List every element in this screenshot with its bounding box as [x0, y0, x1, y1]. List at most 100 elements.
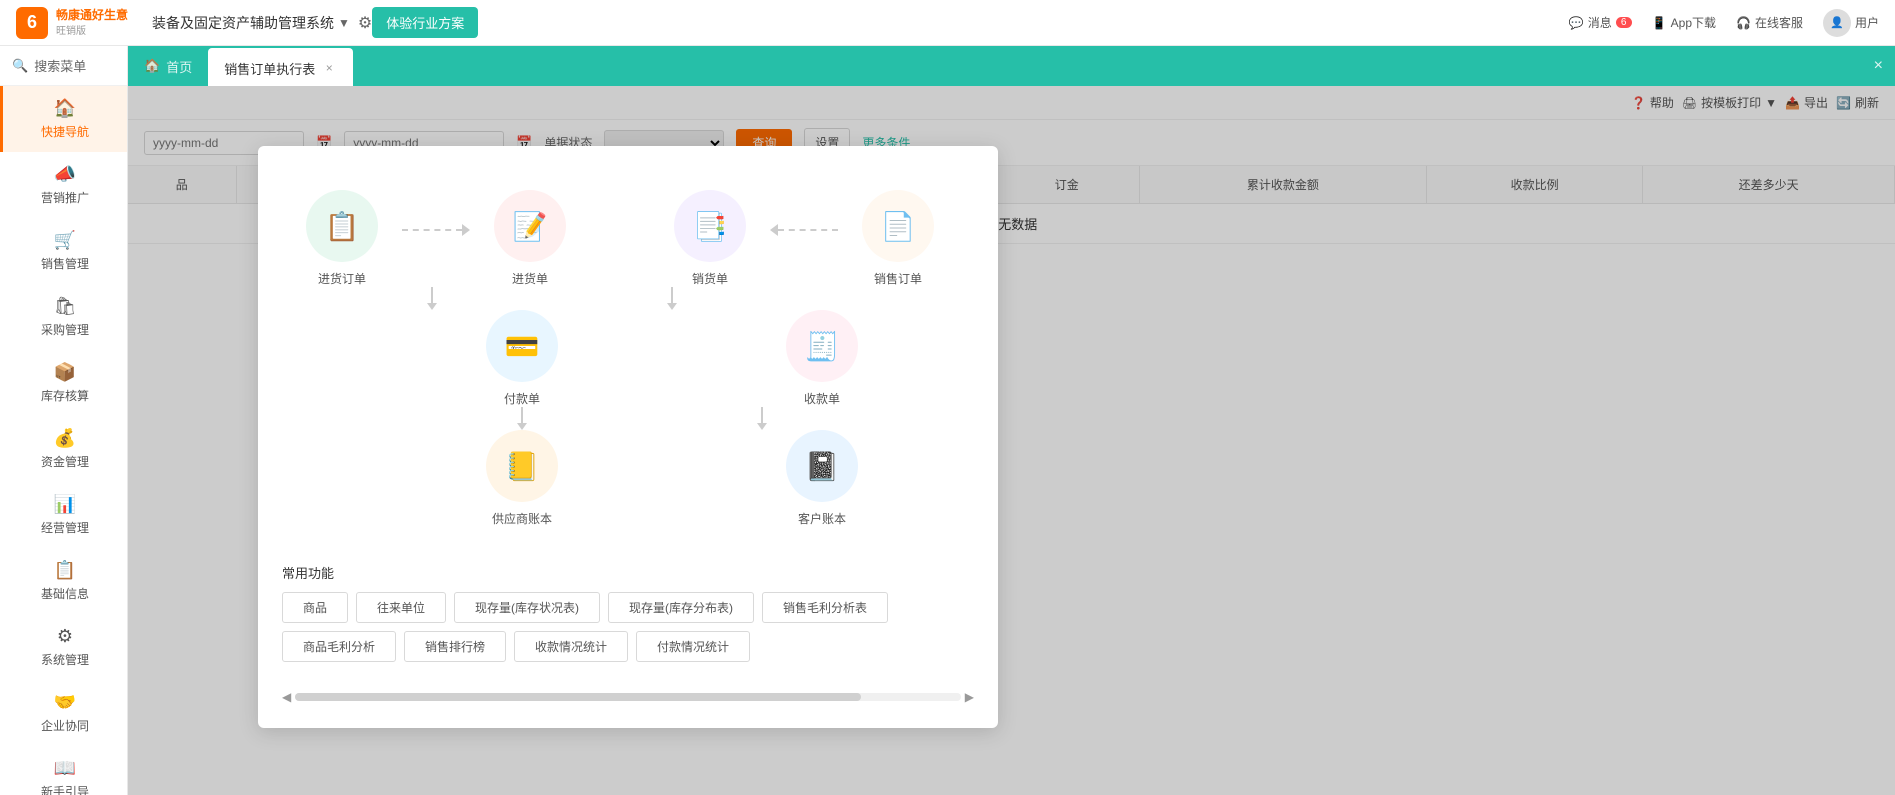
func-btn[interactable]: 销售排行榜: [404, 631, 506, 662]
scroll-thumb[interactable]: [295, 693, 861, 701]
sidebar-icon-marketing: 📣: [54, 164, 76, 185]
sidebar-item-operation[interactable]: 📊经营管理: [0, 482, 127, 548]
content-area: 🏠 首页 销售订单执行表 × × ❓ 帮: [128, 46, 1895, 795]
logo-icon: 6: [16, 7, 48, 39]
arrow-line-1: [402, 229, 462, 231]
message-icon: 💬: [1569, 16, 1584, 30]
message-btn[interactable]: 💬 消息 6: [1569, 14, 1632, 31]
flow-item-receipt[interactable]: 🧾 收款单: [762, 310, 882, 407]
sidebar-item-purchase[interactable]: 🛍 采购管理: [0, 284, 127, 350]
sidebar: 🔍 搜索菜单 🏠快捷导航 📣 营销推广 🛒销售管理 🛍 采购管理 📦库存核算 💰 资金管理 📊经营…: [0, 46, 128, 795]
sidebar-item-finance[interactable]: 💰 资金管理: [0, 416, 127, 482]
user-btn[interactable]: 👤 用户: [1823, 9, 1879, 37]
sidebar-icon-inventory: 📦: [54, 362, 76, 383]
tab-close-icon[interactable]: ×: [321, 60, 337, 76]
user-label: 用户: [1855, 14, 1879, 31]
func-btn[interactable]: 现存量(库存分布表): [608, 592, 754, 623]
func-btn[interactable]: 商品: [282, 592, 348, 623]
settings-icon[interactable]: ⚙: [358, 13, 372, 33]
func-section: 常用功能 商品往来单位现存量(库存状况表)现存量(库存分布表)销售毛利分析表商品…: [282, 547, 974, 678]
func-btn[interactable]: 现存量(库存状况表): [454, 592, 600, 623]
scroll-track: [295, 693, 961, 701]
logo-area: 6 畅康通好生意 旺销版: [16, 7, 136, 39]
func-btn[interactable]: 销售毛利分析表: [762, 592, 888, 623]
func-title: 常用功能: [282, 563, 974, 582]
service-icon: 🎧: [1736, 16, 1751, 30]
sidebar-search[interactable]: 🔍 搜索菜单: [0, 46, 127, 86]
tab-bar: 🏠 首页 销售订单执行表 × ×: [128, 46, 1895, 86]
sidebar-label-purchase: 采购管理: [41, 321, 89, 338]
flow-item-sales-order[interactable]: 📄 销售订单: [838, 190, 958, 287]
flow-item-purchase-bill[interactable]: 📝 进货单: [470, 190, 590, 287]
top-bar: 6 畅康通好生意 旺销版 装备及固定资产辅助管理系统 ▼ ⚙ 体验行业方案 💬 …: [0, 0, 1895, 46]
func-btn[interactable]: 往来单位: [356, 592, 446, 623]
payment-label: 付款单: [504, 390, 540, 407]
logo-text: 畅康通好生意 旺销版: [56, 8, 128, 37]
func-btn[interactable]: 收款情况统计: [514, 631, 628, 662]
sidebar-item-marketing[interactable]: 📣 营销推广: [0, 152, 127, 218]
scroll-right-arrow[interactable]: ▶: [965, 690, 974, 704]
sidebar-label-finance: 资金管理: [41, 453, 89, 470]
sidebar-items: 🏠快捷导航 📣 营销推广 🛒销售管理 🛍 采购管理 📦库存核算 💰 资金管理 📊经营管理 📋 基础信息…: [0, 86, 127, 795]
sidebar-item-quick-nav[interactable]: 🏠快捷导航: [0, 86, 127, 152]
supplier-ledger-label: 供应商账本: [492, 510, 552, 527]
flow-item-sales-bill[interactable]: 📑 销货单: [650, 190, 770, 287]
flow-item-purchase-order[interactable]: 📋 进货订单: [282, 190, 402, 287]
message-label: 消息: [1588, 14, 1612, 31]
sidebar-label-quick-nav: 快捷导航: [41, 123, 89, 140]
customer-ledger-label: 客户账本: [798, 510, 846, 527]
modal-overlay[interactable]: 📋 进货订单 📝 进货单: [128, 86, 1895, 795]
flow-item-supplier-ledger[interactable]: 📒 供应商账本: [462, 430, 582, 527]
arrow-line-2: [778, 229, 838, 231]
top-bar-right: 💬 消息 6 📱 App下载 🎧 在线客服 👤 用户: [1569, 9, 1879, 37]
sidebar-item-inventory[interactable]: 📦库存核算: [0, 350, 127, 416]
logo-sub: 旺销版: [56, 22, 128, 37]
logo-title: 畅康通好生意: [56, 8, 128, 22]
sidebar-item-system[interactable]: ⚙系统管理: [0, 614, 127, 680]
sidebar-item-sales[interactable]: 🛒销售管理: [0, 218, 127, 284]
tab-home[interactable]: 🏠 首页: [128, 46, 208, 86]
page-content: ❓ 帮助 🖨 按模板打印 ▼ 📤 导出: [128, 86, 1895, 795]
tab-bar-close-btn[interactable]: ×: [1874, 57, 1883, 75]
search-icon: 🔍: [12, 58, 28, 74]
sidebar-icon-sales: 🛒: [54, 230, 76, 251]
sidebar-label-enterprise: 企业协同: [41, 717, 89, 734]
sales-bill-label: 销货单: [692, 270, 728, 287]
sidebar-icon-enterprise: 🤝: [54, 692, 76, 713]
online-service-btn[interactable]: 🎧 在线客服: [1736, 14, 1803, 31]
sidebar-icon-finance: 💰: [54, 428, 76, 449]
func-btn[interactable]: 付款情况统计: [636, 631, 750, 662]
flow-item-customer-ledger[interactable]: 📓 客户账本: [762, 430, 882, 527]
tab-sales-order[interactable]: 销售订单执行表 ×: [208, 48, 353, 88]
arrow-2: [770, 224, 778, 236]
tab-label: 销售订单执行表: [224, 59, 315, 78]
payment-icon: 💳: [486, 310, 558, 382]
sidebar-label-basic-info: 基础信息: [41, 585, 89, 602]
online-service-label: 在线客服: [1755, 14, 1803, 31]
receipt-icon: 🧾: [786, 310, 858, 382]
sidebar-icon-newbie: 📖: [54, 758, 76, 779]
sales-order-icon: 📄: [862, 190, 934, 262]
flow-item-payment[interactable]: 💳 付款单: [462, 310, 582, 407]
system-name: 装备及固定资产辅助管理系统: [152, 13, 334, 33]
sidebar-item-enterprise[interactable]: 🤝 企业协同: [0, 680, 127, 746]
sales-bill-icon: 📑: [674, 190, 746, 262]
flow-section: 📋 进货订单 📝 进货单: [282, 170, 974, 547]
sidebar-icon-basic-info: 📋: [54, 560, 76, 581]
experience-btn[interactable]: 体验行业方案: [372, 7, 478, 38]
app-download-btn[interactable]: 📱 App下载: [1652, 14, 1716, 31]
func-btn[interactable]: 商品毛利分析: [282, 631, 396, 662]
func-buttons: 商品往来单位现存量(库存状况表) 现存量(库存分布表) 销售毛利分析表商品毛利分析销…: [282, 592, 974, 662]
sidebar-icon-system: ⚙: [57, 626, 73, 647]
avatar: 👤: [1823, 9, 1851, 37]
scroll-left-arrow[interactable]: ◀: [282, 690, 291, 704]
sidebar-item-newbie[interactable]: 📖新手引导: [0, 746, 127, 795]
sales-order-label: 销售订单: [874, 270, 922, 287]
sidebar-item-basic-info[interactable]: 📋 基础信息: [0, 548, 127, 614]
home-label: 首页: [166, 57, 192, 76]
dropdown-icon[interactable]: ▼: [338, 16, 350, 30]
supplier-ledger-icon: 📒: [486, 430, 558, 502]
sidebar-label-marketing: 营销推广: [41, 189, 89, 206]
sidebar-icon-purchase: 🛍: [54, 296, 77, 317]
arrow-1: [462, 224, 470, 236]
